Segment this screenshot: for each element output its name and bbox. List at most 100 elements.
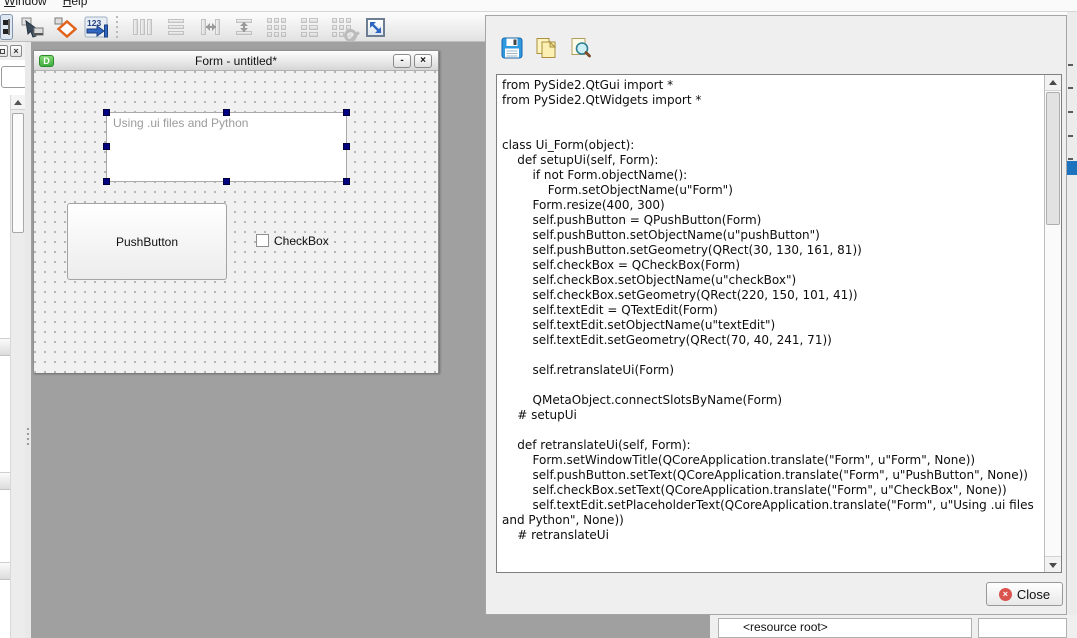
scroll-up-arrow-icon[interactable] <box>11 95 26 110</box>
close-panel-button[interactable]: × <box>10 45 22 57</box>
code-line: if not Form.objectName(): <box>502 168 1041 183</box>
resize-handle[interactable] <box>343 178 350 185</box>
code-line: Form.setWindowTitle(QCoreApplication.tra… <box>502 453 1041 468</box>
code-line <box>502 423 1041 438</box>
code-line: self.pushButton.setGeometry(QRect(30, 13… <box>502 243 1041 258</box>
code-line: Form.resize(400, 300) <box>502 198 1041 213</box>
resize-handle[interactable] <box>103 109 110 116</box>
qt-designer-screen: Window Help <box>0 0 1077 638</box>
code-vertical-scrollbar[interactable] <box>1044 75 1061 572</box>
svg-text:123: 123 <box>87 18 101 28</box>
find-icon <box>568 37 592 59</box>
layout-vertical-splitter-button <box>229 14 258 40</box>
edit-signals-slots-button[interactable] <box>17 14 46 40</box>
code-line: def retranslateUi(self, Form): <box>502 438 1041 453</box>
panel-row-tick <box>1068 87 1073 89</box>
panel-row-tick <box>1068 135 1073 137</box>
no-sign-icon <box>344 29 357 42</box>
scrollbar-thumb[interactable] <box>1046 92 1060 225</box>
find-button[interactable] <box>568 36 592 60</box>
widget-box-header: × <box>0 42 25 60</box>
left-right-arrows-icon <box>206 26 216 28</box>
break-layout-icon <box>332 18 351 37</box>
code-line: self.checkBox.setObjectName(u"checkBox") <box>502 273 1041 288</box>
checkbox-indicator[interactable] <box>256 234 269 247</box>
resize-handle[interactable] <box>343 109 350 116</box>
code-line: self.checkBox.setText(QCoreApplication.t… <box>502 483 1041 498</box>
resize-handle[interactable] <box>103 178 110 185</box>
python-code: from PySide2.QtGui import *from PySide2.… <box>502 78 1041 543</box>
scroll-up-arrow-icon[interactable] <box>1045 75 1061 91</box>
adjust-size-button[interactable] <box>361 14 390 40</box>
panel-row-tick <box>1068 111 1073 113</box>
close-button-label: Close <box>1017 587 1050 602</box>
close-dialog-button[interactable]: × Close <box>986 582 1063 606</box>
form-canvas[interactable]: Using .ui files and Python PushButton Ch… <box>34 71 438 373</box>
code-line: self.pushButton.setObjectName(u"pushButt… <box>502 228 1041 243</box>
edit-widgets-button[interactable] <box>0 14 13 40</box>
float-panel-button[interactable] <box>0 45 8 57</box>
layout-form-button <box>295 14 324 40</box>
checkbox-label: CheckBox <box>274 234 329 248</box>
code-line: self.checkBox.setGeometry(QRect(220, 150… <box>502 288 1041 303</box>
adjust-size-icon <box>366 18 385 37</box>
form-title-bar[interactable]: D Form - untitled* - × <box>34 51 438 71</box>
resource-tree-panel[interactable]: <resource root> <box>718 618 972 638</box>
widget-category-header[interactable] <box>0 562 10 580</box>
selected-row-fragment <box>1067 161 1077 175</box>
code-line: from PySide2.QtWidgets import * <box>502 93 1041 108</box>
widget-filter-input[interactable] <box>1 66 27 88</box>
resize-handle[interactable] <box>103 143 110 150</box>
edit-tab-order-button[interactable]: 123 <box>82 14 111 40</box>
code-line: and Python", None)) <box>502 513 1041 528</box>
pushbutton-widget[interactable]: PushButton <box>67 203 227 280</box>
code-text-area[interactable]: from PySide2.QtGui import *from PySide2.… <box>496 74 1062 573</box>
grid-layout-icon <box>267 18 286 37</box>
signal-slot-icon <box>20 16 44 38</box>
menu-window[interactable]: Window <box>4 0 47 8</box>
scroll-down-arrow-icon[interactable] <box>1045 556 1061 572</box>
edit-buddies-button[interactable] <box>50 14 79 40</box>
form-window-title: Form - untitled* <box>34 54 438 68</box>
mdi-area-bottom <box>485 615 710 638</box>
panel-row-tick <box>1068 158 1073 160</box>
close-icon: × <box>999 588 1012 601</box>
textedit-widget[interactable]: Using .ui files and Python <box>106 112 347 182</box>
layout-horizontal-icon <box>133 19 152 35</box>
layout-vertical-button <box>161 14 190 40</box>
right-panel-sliver <box>1067 12 1077 638</box>
code-line <box>502 123 1041 138</box>
resize-handle[interactable] <box>223 109 230 116</box>
code-line: self.retranslateUi(Form) <box>502 363 1041 378</box>
widget-category-header[interactable] <box>0 472 10 490</box>
tab-order-icon: 123 <box>84 16 110 38</box>
widget-category-header[interactable] <box>0 338 10 356</box>
form-layout-icon <box>301 18 318 37</box>
resize-handle[interactable] <box>343 143 350 150</box>
up-down-arrows-icon <box>243 22 245 32</box>
widget-box-scrollbar[interactable] <box>10 95 25 638</box>
widget-box-panel: × <box>0 42 25 638</box>
menu-help[interactable]: Help <box>63 0 88 8</box>
save-button[interactable] <box>500 36 524 60</box>
panel-row-tick <box>1068 64 1073 66</box>
form-editor-window: D Form - untitled* - × Using .ui files a… <box>33 50 439 373</box>
checkbox-widget[interactable]: CheckBox <box>256 233 329 248</box>
close-button[interactable]: × <box>414 54 432 68</box>
layout-horizontal-button <box>128 14 157 40</box>
code-line: Form.setObjectName(u"Form") <box>502 183 1041 198</box>
code-line <box>502 108 1041 123</box>
toolbar-separator <box>116 16 118 38</box>
break-layout-button <box>327 14 356 40</box>
code-line: def setupUi(self, Form): <box>502 153 1041 168</box>
minimize-button[interactable]: - <box>393 54 411 68</box>
code-line: class Ui_Form(object): <box>502 138 1041 153</box>
resource-list-panel[interactable] <box>978 618 1067 638</box>
code-line: # retranslateUi <box>502 528 1041 543</box>
copy-button[interactable] <box>534 36 558 60</box>
textedit-placeholder: Using .ui files and Python <box>107 113 346 133</box>
scrollbar-thumb[interactable] <box>12 113 24 233</box>
resize-handle[interactable] <box>223 178 230 185</box>
code-line: self.checkBox = QCheckBox(Form) <box>502 258 1041 273</box>
code-preview-dialog: from PySide2.QtGui import *from PySide2.… <box>485 15 1067 615</box>
